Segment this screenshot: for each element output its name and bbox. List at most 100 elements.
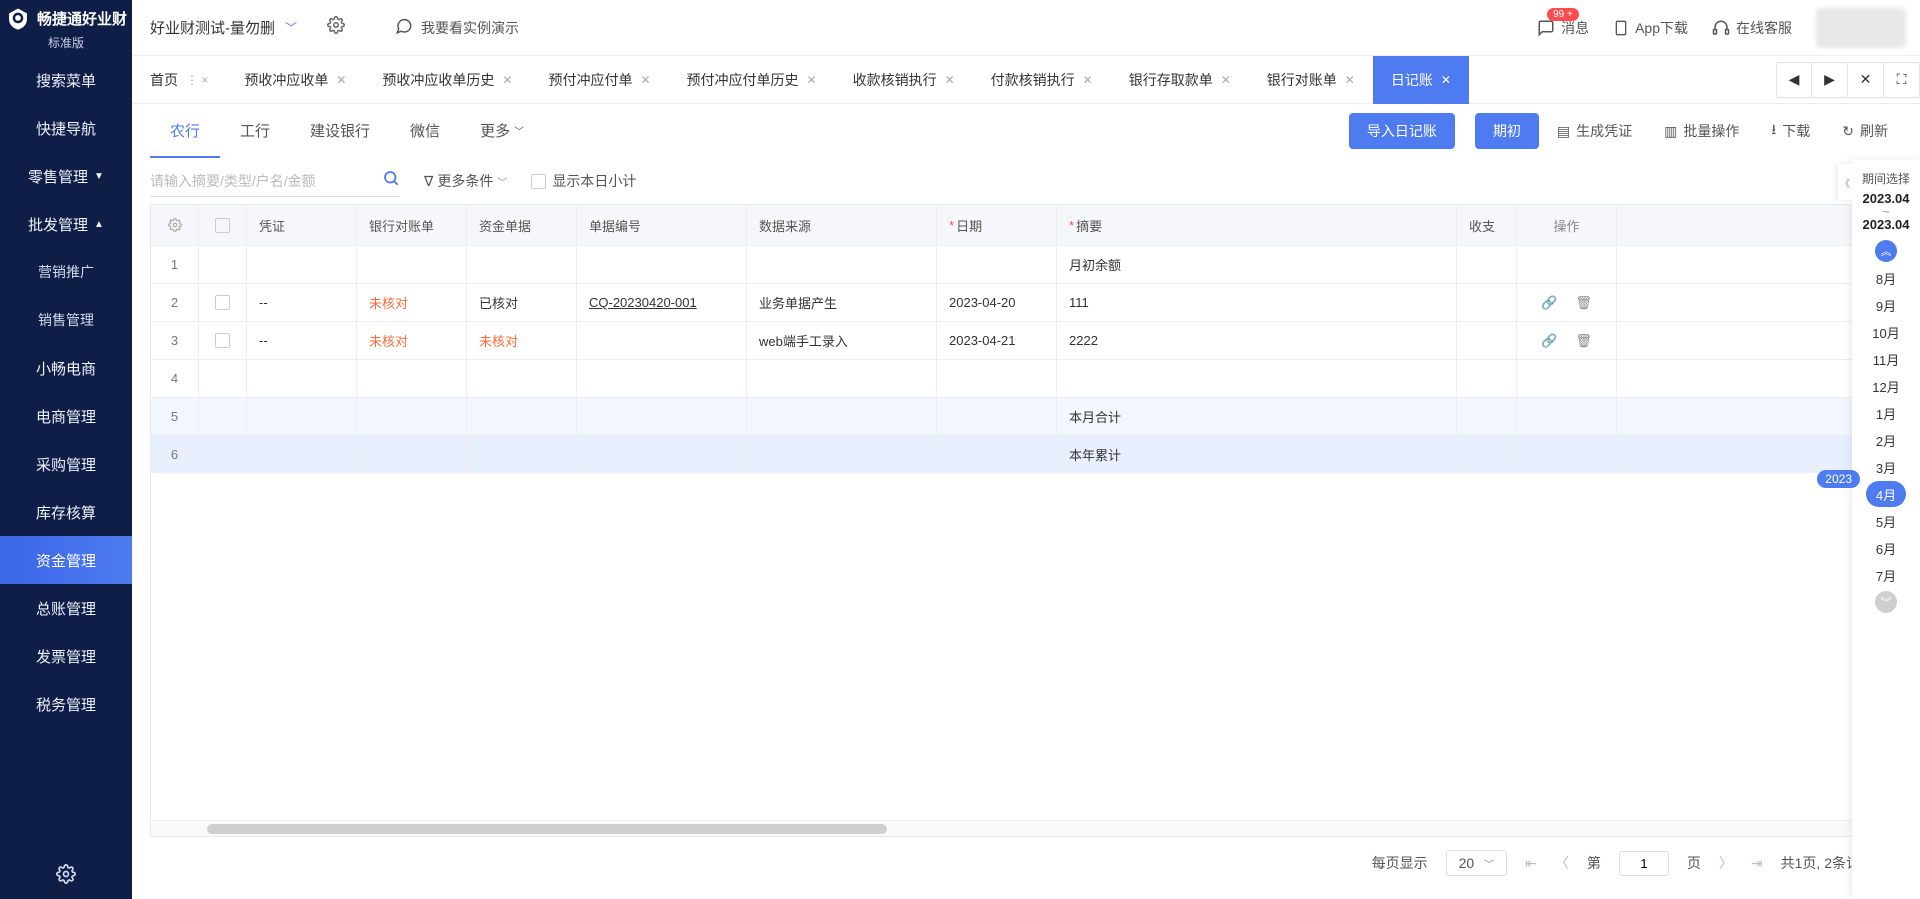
- sidebar-item[interactable]: 快捷导航: [0, 104, 132, 152]
- bank-tab[interactable]: 工行: [220, 104, 290, 158]
- fund-recon-link[interactable]: 已核对: [479, 293, 518, 312]
- sidebar-item[interactable]: 采购管理: [0, 440, 132, 488]
- company-selector[interactable]: 好业财测试-量勿删 ﹀: [150, 17, 297, 38]
- next-page-button[interactable]: 〉: [1719, 853, 1733, 873]
- generate-voucher-button[interactable]: ▤ 生成凭证: [1543, 121, 1646, 141]
- avatar[interactable]: [1816, 8, 1906, 48]
- sidebar-item[interactable]: 销售管理: [0, 296, 132, 344]
- row-checkbox[interactable]: [199, 284, 247, 321]
- search-icon[interactable]: [382, 169, 400, 192]
- sidebar-settings-button[interactable]: [0, 864, 132, 889]
- tabs-next-button[interactable]: ▶: [1812, 62, 1848, 98]
- prev-page-button[interactable]: 〈: [1555, 853, 1569, 873]
- period-month[interactable]: 7月: [1866, 562, 1906, 588]
- period-collapse-button[interactable]: 《: [1838, 164, 1852, 200]
- customer-service-button[interactable]: 在线客服: [1712, 18, 1792, 38]
- refresh-button[interactable]: ↻ 刷新: [1828, 121, 1902, 141]
- page-input[interactable]: [1619, 851, 1669, 876]
- demo-link[interactable]: 我要看实例演示: [395, 17, 519, 38]
- close-icon[interactable]: ✕: [1221, 73, 1231, 87]
- period-month[interactable]: 3月: [1866, 454, 1906, 480]
- tab[interactable]: 预付冲应付单✕: [530, 56, 668, 104]
- close-icon[interactable]: ✕: [1441, 73, 1451, 87]
- logo-subtitle: 标准版: [48, 34, 84, 51]
- bank-tab[interactable]: 建设银行: [290, 104, 390, 158]
- close-icon[interactable]: ✕: [1345, 73, 1355, 87]
- tabs-prev-button[interactable]: ◀: [1776, 62, 1812, 98]
- sidebar-item[interactable]: 批发管理▲: [0, 200, 132, 248]
- period-month[interactable]: 12月: [1866, 373, 1906, 399]
- batch-ops-button[interactable]: ▥ 批量操作: [1650, 121, 1753, 141]
- bank-tab[interactable]: 微信: [390, 104, 460, 158]
- period-init-button[interactable]: 期初: [1475, 113, 1539, 149]
- sidebar-item[interactable]: 资金管理: [0, 536, 132, 584]
- period-month[interactable]: 11月: [1866, 346, 1906, 372]
- first-page-button[interactable]: ⇤: [1525, 855, 1537, 872]
- period-month[interactable]: 10月: [1866, 319, 1906, 345]
- sidebar-item[interactable]: 电商管理: [0, 392, 132, 440]
- period-month[interactable]: 2月: [1866, 427, 1906, 453]
- close-icon[interactable]: ✕: [502, 73, 512, 87]
- settings-button[interactable]: [327, 16, 345, 39]
- link-icon[interactable]: 🔗: [1541, 333, 1557, 349]
- bank-recon-link[interactable]: 未核对: [369, 331, 408, 350]
- sidebar-item[interactable]: 营销推广: [0, 248, 132, 296]
- period-scroll-up-button[interactable]: ︽: [1875, 240, 1897, 262]
- row-index: 1: [151, 246, 199, 283]
- bank-tab[interactable]: 农行: [150, 104, 220, 158]
- download-button[interactable]: ⭳ 下载: [1757, 119, 1824, 143]
- close-icon[interactable]: ✕: [945, 73, 955, 87]
- bank-recon-link[interactable]: 未核对: [369, 293, 408, 312]
- period-month[interactable]: 4月: [1866, 481, 1906, 507]
- tab[interactable]: 银行对账单✕: [1249, 56, 1373, 104]
- tab[interactable]: 预收冲应收单历史✕: [364, 56, 530, 104]
- sidebar-item[interactable]: 库存核算: [0, 488, 132, 536]
- app-download-button[interactable]: App下载: [1613, 18, 1688, 38]
- messages-button[interactable]: 99 + 消息: [1537, 18, 1589, 38]
- delete-icon[interactable]: 🗑: [1575, 333, 1592, 349]
- tabs-close-button[interactable]: ✕: [1848, 62, 1884, 98]
- fullscreen-button[interactable]: ⛶: [1884, 62, 1920, 98]
- summary-cell: 月初余额: [1057, 246, 1457, 283]
- period-scroll-down-button[interactable]: ︾: [1875, 591, 1897, 613]
- page-size-select[interactable]: 20 ﹀: [1446, 850, 1508, 876]
- tab[interactable]: 预付冲应付单历史✕: [669, 56, 835, 104]
- tab[interactable]: 银行存取款单✕: [1111, 56, 1249, 104]
- period-month[interactable]: 8月: [1866, 265, 1906, 291]
- close-icon[interactable]: ✕: [807, 73, 817, 87]
- fund-recon-link[interactable]: 未核对: [479, 331, 518, 350]
- more-conditions-button[interactable]: ∇ 更多条件 ﹀: [424, 171, 507, 191]
- link-icon[interactable]: 🔗: [1541, 295, 1557, 311]
- close-icon[interactable]: ✕: [336, 73, 346, 87]
- tab[interactable]: 日记账✕: [1373, 56, 1469, 104]
- last-page-button[interactable]: ⇥: [1751, 855, 1763, 872]
- bill-link[interactable]: CQ-20230420-001: [589, 295, 697, 310]
- tab[interactable]: 付款核销执行✕: [973, 56, 1111, 104]
- select-all-checkbox[interactable]: [199, 205, 247, 245]
- sidebar-item[interactable]: 零售管理▼: [0, 152, 132, 200]
- sidebar-item[interactable]: 总账管理: [0, 584, 132, 632]
- bank-tab[interactable]: 更多﹀: [460, 104, 544, 158]
- period-to[interactable]: 2023.04: [1863, 217, 1910, 232]
- period-month[interactable]: 1月: [1866, 400, 1906, 426]
- tab[interactable]: 收款核销执行✕: [835, 56, 973, 104]
- close-icon[interactable]: ✕: [640, 73, 650, 87]
- search-input[interactable]: [150, 173, 382, 189]
- sidebar-item[interactable]: 发票管理: [0, 632, 132, 680]
- period-month[interactable]: 5月: [1866, 508, 1906, 534]
- close-icon[interactable]: ⋮ ×: [186, 73, 208, 87]
- tab[interactable]: 预收冲应收单✕: [226, 56, 364, 104]
- sidebar-item[interactable]: 小畅电商: [0, 344, 132, 392]
- sidebar-item[interactable]: 搜索菜单: [0, 56, 132, 104]
- show-daily-subtotal-checkbox[interactable]: 显示本日小计: [531, 171, 636, 191]
- settings-column[interactable]: [151, 205, 199, 245]
- close-icon[interactable]: ✕: [1083, 73, 1093, 87]
- delete-icon[interactable]: 🗑: [1575, 295, 1592, 311]
- sidebar-item[interactable]: 税务管理: [0, 680, 132, 728]
- horizontal-scrollbar[interactable]: [151, 820, 1902, 836]
- period-month[interactable]: 9月: [1866, 292, 1906, 318]
- import-journal-button[interactable]: 导入日记账: [1349, 113, 1455, 149]
- row-checkbox[interactable]: [199, 322, 247, 359]
- tab[interactable]: 首页⋮ ×: [132, 56, 226, 104]
- period-month[interactable]: 6月: [1866, 535, 1906, 561]
